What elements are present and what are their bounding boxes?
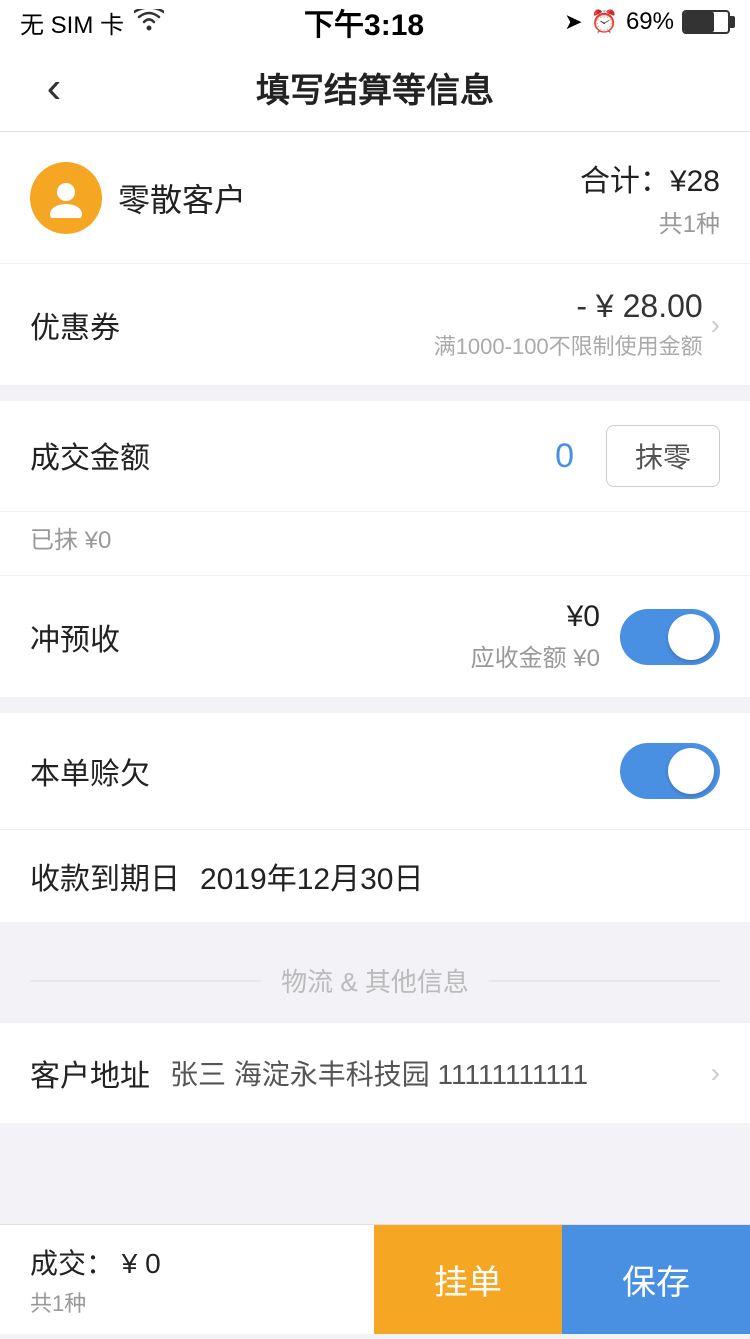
bottom-deal-label: 成交： <box>30 1248 114 1279</box>
total-count: 共1种 <box>580 204 720 239</box>
save-label: 保存 <box>622 1255 690 1304</box>
prepay-toggle[interactable] <box>620 609 720 665</box>
chevron-right-icon: › <box>711 309 720 341</box>
deal-label: 成交金额 <box>30 425 150 477</box>
bottom-count: 共1种 <box>30 1286 344 1318</box>
status-bar: 无 SIM 卡 下午3:18 ➤ ⏰ 69% <box>0 0 750 44</box>
bottom-deal-amount: ¥ 0 <box>122 1248 161 1279</box>
debit-row: 本单赊欠 <box>0 713 750 829</box>
coupon-row[interactable]: 优惠券 - ¥ 28.00 满1000-100不限制使用金额 › <box>0 263 750 385</box>
prepay-amount-block: ¥0 应收金额 ¥0 <box>471 600 600 673</box>
customer-name: 零散客户 <box>118 175 246 221</box>
address-label: 客户地址 <box>30 1051 150 1095</box>
deal-sub-text: 已抹 ¥0 <box>0 512 750 575</box>
total-amount: 合计：¥28 <box>580 156 720 200</box>
deal-right: 0 抹零 <box>555 425 720 487</box>
customer-left: 零散客户 <box>30 162 246 234</box>
bottom-deal: 成交： ¥ 0 <box>30 1242 344 1282</box>
coupon-label: 优惠券 <box>30 303 120 347</box>
bottom-bar: 成交： ¥ 0 共1种 挂单 保存 <box>0 1224 750 1334</box>
deal-amount-row: 成交金额 0 抹零 <box>0 401 750 512</box>
debit-label: 本单赊欠 <box>30 749 150 793</box>
status-right: ➤ ⏰ 69% <box>564 8 730 36</box>
sim-text: 无 SIM 卡 <box>20 5 124 40</box>
customer-section: 零散客户 合计：¥28 共1种 优惠券 - ¥ 28.00 满1000-100不… <box>0 132 750 385</box>
bottom-info: 成交： ¥ 0 共1种 <box>0 1242 374 1318</box>
deal-section: 成交金额 0 抹零 已抹 ¥0 冲预收 ¥0 应收金额 ¥0 <box>0 401 750 697</box>
page-title: 填写结算等信息 <box>256 63 494 112</box>
hang-button[interactable]: 挂单 <box>374 1225 562 1334</box>
address-chevron-icon: › <box>711 1057 720 1089</box>
hang-label: 挂单 <box>434 1255 502 1304</box>
prepay-sub: 应收金额 ¥0 <box>471 638 600 673</box>
prepay-row: 冲预收 ¥0 应收金额 ¥0 <box>0 575 750 697</box>
duedate-label: 收款到期日 <box>30 854 180 898</box>
coupon-discount: - ¥ 28.00 <box>434 288 703 325</box>
debit-toggle-knob <box>668 748 714 794</box>
status-left: 无 SIM 卡 <box>20 5 164 40</box>
save-button[interactable]: 保存 <box>562 1225 750 1334</box>
alarm-icon: ⏰ <box>591 9 618 35</box>
customer-row: 零散客户 合计：¥28 共1种 <box>0 132 750 263</box>
address-row[interactable]: 客户地址 张三 海淀永丰科技园 11111111111 › <box>0 1023 750 1123</box>
duedate-value[interactable]: 2019年12月30日 <box>200 854 423 898</box>
back-button[interactable]: ‹ <box>24 58 84 118</box>
wifi-icon <box>134 7 164 38</box>
logistics-label: 物流 & 其他信息 <box>261 967 489 997</box>
avatar <box>30 162 102 234</box>
location-icon: ➤ <box>564 9 582 35</box>
prepay-right: ¥0 应收金额 ¥0 <box>471 600 720 673</box>
logistics-header: 物流 & 其他信息 <box>0 938 750 1023</box>
address-section: 客户地址 张三 海淀永丰科技园 11111111111 › <box>0 1023 750 1123</box>
bottom-buttons: 挂单 保存 <box>374 1225 750 1334</box>
address-value: 张三 海淀永丰科技园 11111111111 <box>170 1053 711 1093</box>
coupon-right: - ¥ 28.00 满1000-100不限制使用金额 › <box>434 288 720 361</box>
nav-bar: ‹ 填写结算等信息 <box>0 44 750 132</box>
customer-right: 合计：¥28 共1种 <box>580 156 720 239</box>
debit-section: 本单赊欠 收款到期日 2019年12月30日 <box>0 713 750 922</box>
deal-amount-value[interactable]: 0 <box>555 437 574 476</box>
prepay-label: 冲预收 <box>30 615 120 659</box>
coupon-info: - ¥ 28.00 满1000-100不限制使用金额 <box>434 288 703 361</box>
status-time: 下午3:18 <box>304 0 424 44</box>
prepay-amount: ¥0 <box>471 600 600 634</box>
battery-percent: 69% <box>626 8 674 36</box>
battery-icon <box>682 10 730 34</box>
coupon-description: 满1000-100不限制使用金额 <box>434 329 703 361</box>
back-icon: ‹ <box>47 63 62 113</box>
debit-toggle[interactable] <box>620 743 720 799</box>
round-button[interactable]: 抹零 <box>606 425 720 487</box>
duedate-row: 收款到期日 2019年12月30日 <box>0 829 750 922</box>
toggle-knob <box>668 614 714 660</box>
